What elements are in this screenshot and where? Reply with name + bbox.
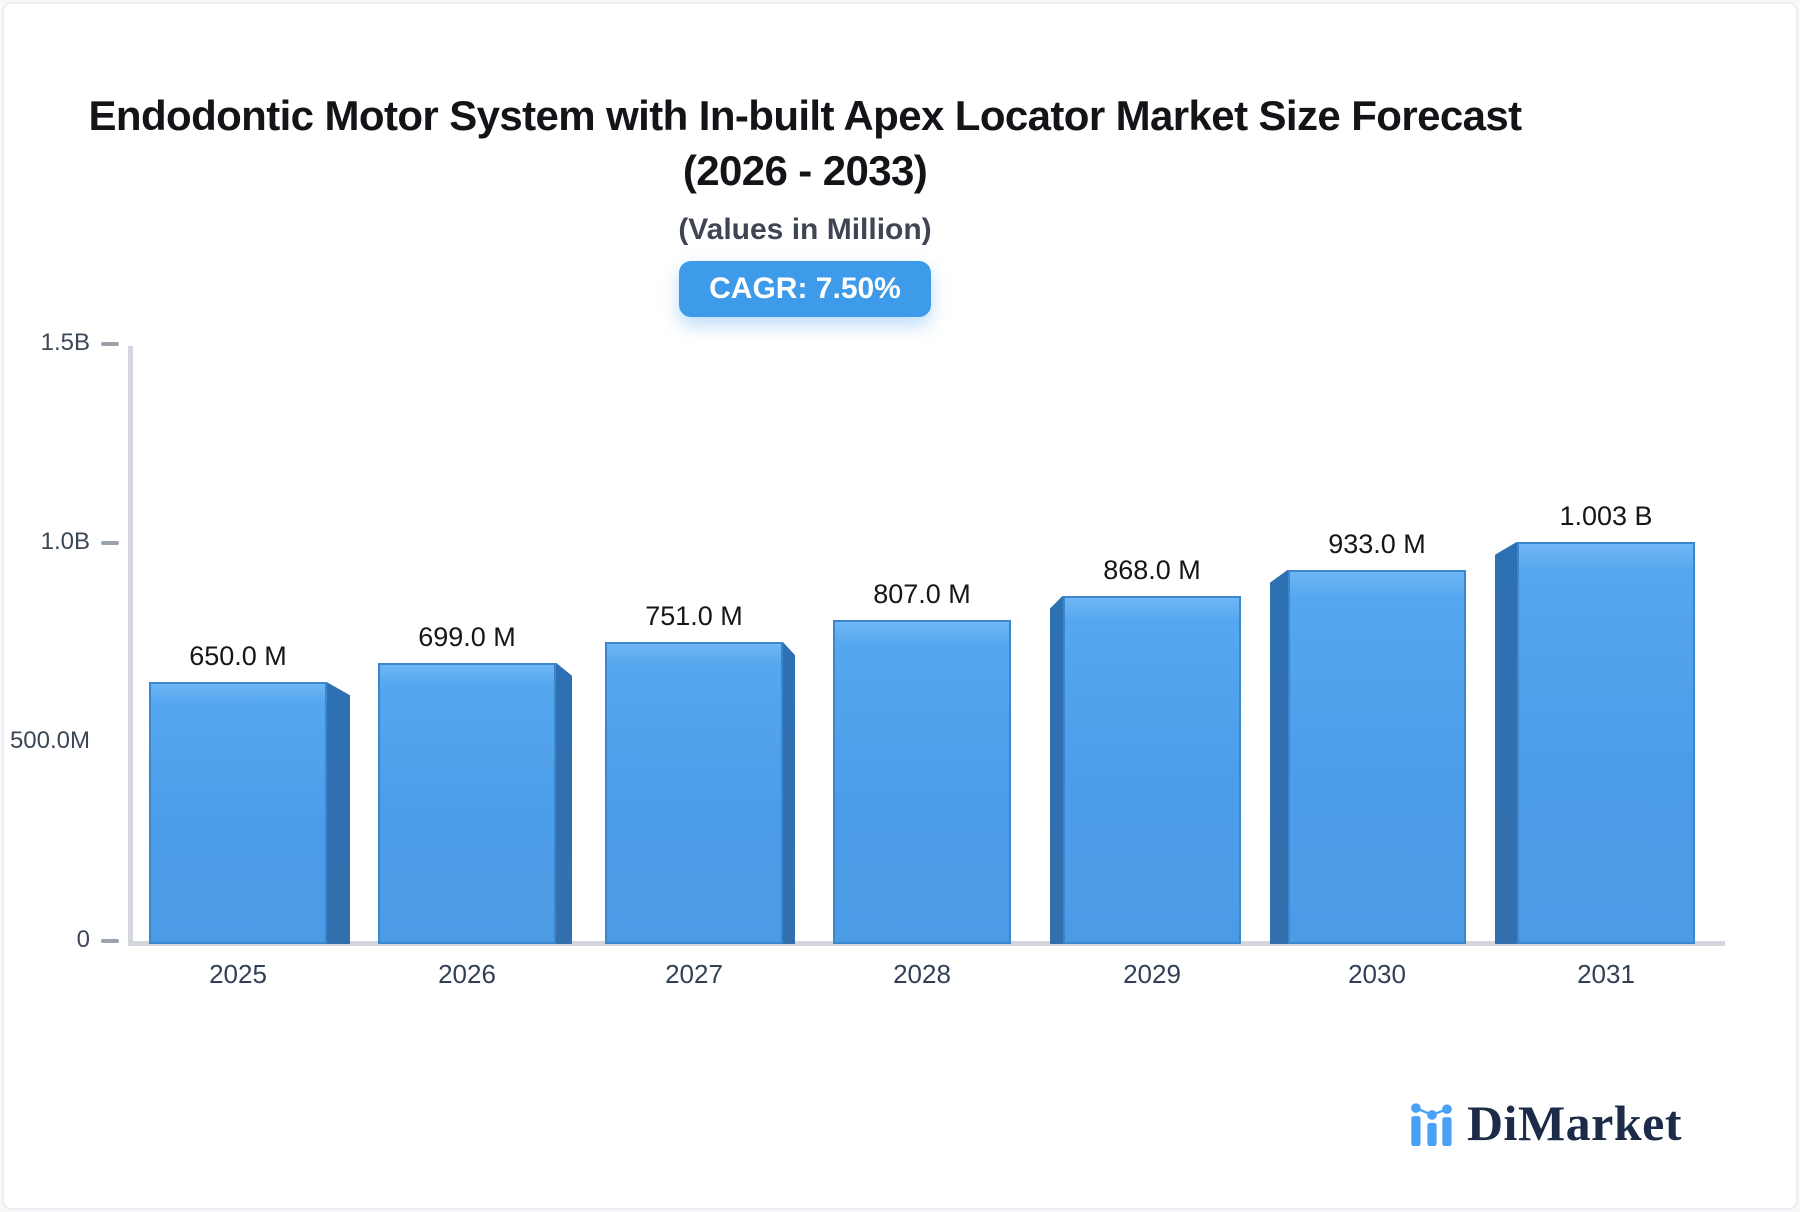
dimarket-logo: DiMarket (1409, 1094, 1682, 1152)
bar-chart-plot: 1.5B 1.0B 500.0M 0 650.0 M 2025 699.0 M 2026 751… (0, 0, 1800, 1212)
dimarket-logo-icon (1409, 1100, 1455, 1146)
bar-value-label-2030: 933.0 M (1248, 529, 1506, 560)
x-category-label-2026: 2026 (338, 959, 596, 990)
bar-value-label-2028: 807.0 M (793, 579, 1051, 610)
bar-2025 (149, 682, 327, 944)
bar-2030 (1288, 570, 1466, 944)
bar-value-label-2026: 699.0 M (338, 622, 596, 653)
x-category-label-2028: 2028 (793, 959, 1051, 990)
x-category-label-2031: 2031 (1477, 959, 1735, 990)
y-tick-label: 1.0B (0, 528, 90, 556)
bar-2028 (833, 620, 1011, 944)
bar-value-label-2029: 868.0 M (1023, 555, 1281, 586)
brand-name: DiMarket (1467, 1094, 1682, 1152)
bar-2031 (1517, 542, 1695, 944)
y-tick-mark (101, 342, 119, 346)
bar-side-face-2030 (1270, 570, 1288, 944)
y-tick-label: 0 (0, 926, 90, 954)
x-category-label-2027: 2027 (565, 959, 823, 990)
bar-side-face-2029 (1050, 596, 1063, 944)
bar-2026 (378, 663, 556, 944)
y-tick-mark (101, 541, 119, 545)
bar-2029 (1063, 596, 1241, 944)
bar-side-face-2027 (783, 642, 795, 944)
bar-side-face-2026 (556, 663, 572, 944)
bar-value-label-2031: 1.003 B (1477, 501, 1735, 532)
bar-value-label-2027: 751.0 M (565, 601, 823, 632)
chart-canvas: Endodontic Motor System with In-built Ap… (0, 0, 1800, 1212)
bar-side-face-2025 (327, 682, 350, 944)
x-category-label-2030: 2030 (1248, 959, 1506, 990)
bar-2027 (605, 642, 783, 944)
y-tick-mark (101, 939, 119, 943)
x-category-label-2029: 2029 (1023, 959, 1281, 990)
y-tick-label: 500.0M (0, 727, 90, 755)
y-tick-label: 1.5B (0, 329, 90, 357)
x-category-label-2025: 2025 (109, 959, 367, 990)
bar-side-face-2031 (1495, 542, 1517, 944)
bar-value-label-2025: 650.0 M (109, 641, 367, 672)
